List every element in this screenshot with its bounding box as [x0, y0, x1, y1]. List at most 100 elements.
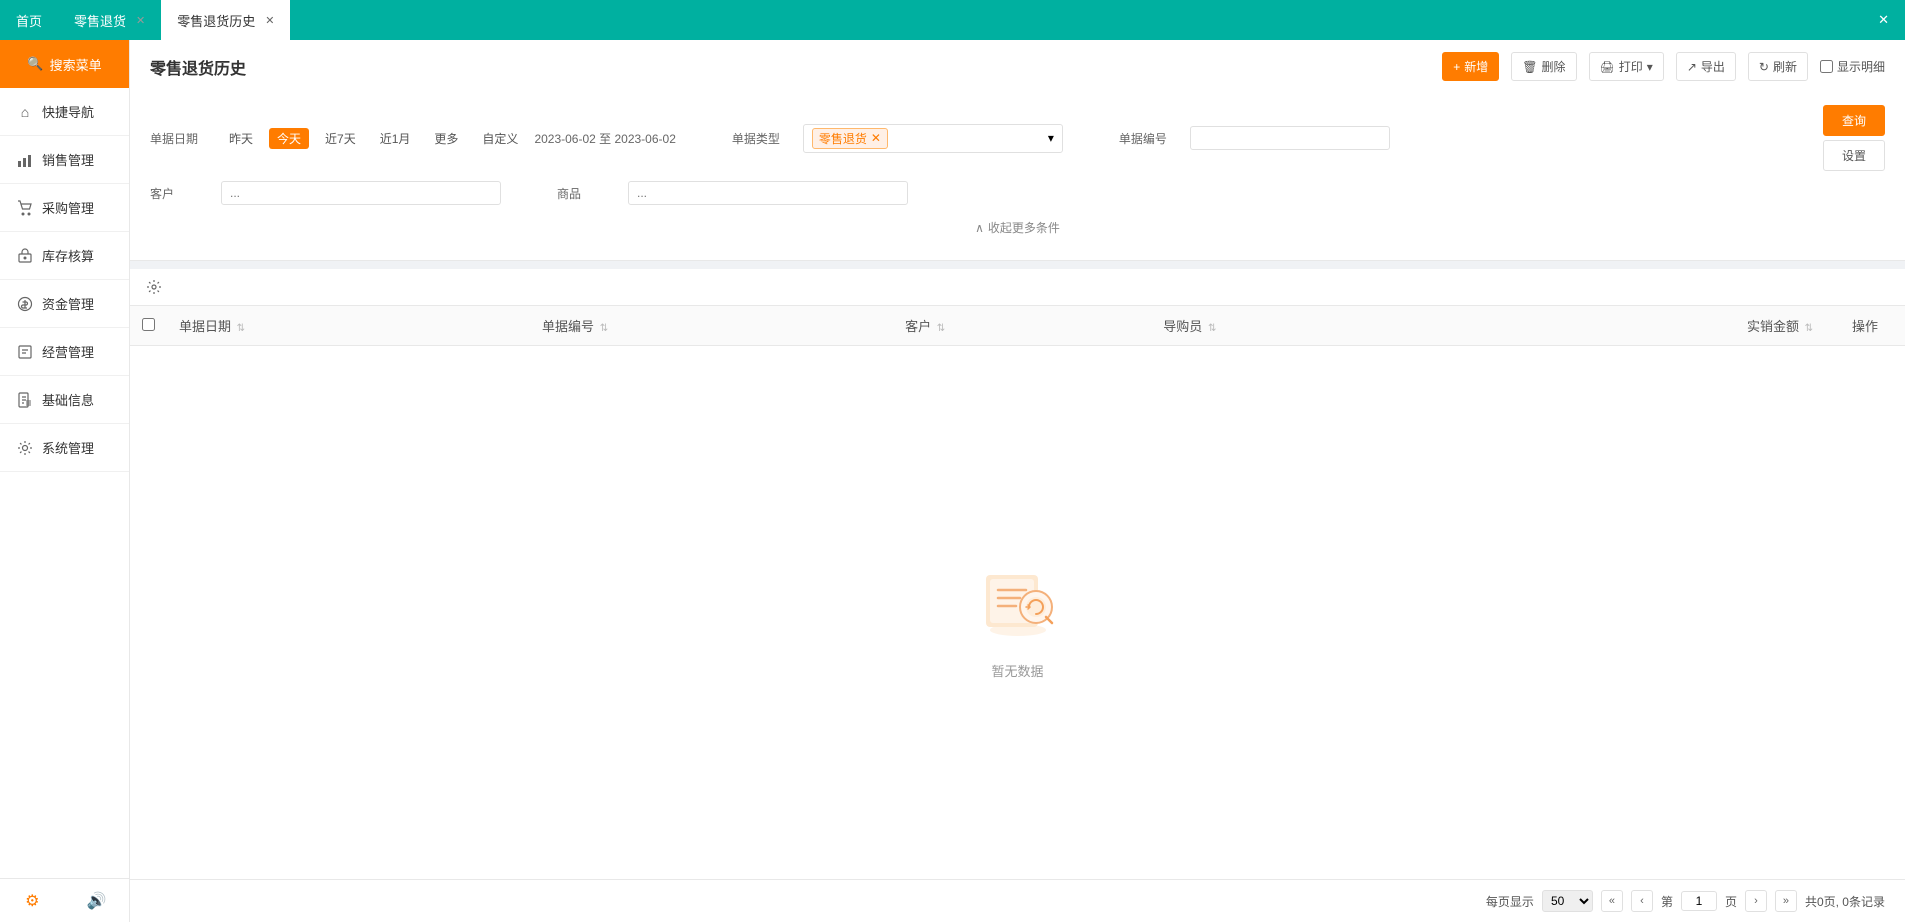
guide-sort-icon: ⇅: [1208, 323, 1216, 334]
finance-icon: [16, 295, 34, 313]
empty-text: 暂无数据: [991, 661, 1043, 680]
window-close-btn[interactable]: ✕: [1878, 12, 1905, 28]
first-page-btn[interactable]: «: [1601, 890, 1623, 912]
page-size-label: 每页显示: [1486, 893, 1534, 910]
sidebar-item-sales-label: 销售管理: [42, 150, 94, 169]
sidebar-search-label: 搜索菜单: [50, 55, 102, 74]
sidebar-item-quick-nav[interactable]: ⌂ 快捷导航: [0, 88, 129, 136]
query-btn[interactable]: 查询: [1823, 105, 1885, 136]
display-columns-checkbox[interactable]: [1820, 60, 1833, 73]
sidebar: 🔍 搜索菜单 ⌂ 快捷导航 销售管理 采购管理 库存核算: [0, 40, 130, 922]
sidebar-item-purchase-label: 采购管理: [42, 198, 94, 217]
date-btn-custom[interactable]: 自定义: [474, 128, 526, 149]
page-title-row: 零售退货历史 + 新增 🗑 删除 🖨 打印 ▾: [150, 52, 1885, 81]
th-date-label: 单据日期: [179, 319, 231, 334]
prev-page-btn[interactable]: ‹: [1631, 890, 1653, 912]
sidebar-bottom: ⚙ 🔊: [0, 878, 129, 922]
sidebar-item-inventory-label: 库存核算: [42, 246, 94, 265]
select-all-checkbox[interactable]: [142, 318, 155, 331]
print-btn[interactable]: 🖨 打印 ▾: [1589, 52, 1664, 81]
tab-retail-return-history-close[interactable]: ✕: [265, 14, 274, 27]
export-btn[interactable]: ↗ 导出: [1676, 52, 1736, 81]
tab-retail-return-history[interactable]: 零售退货历史 ✕: [161, 0, 290, 40]
goods-filter-label: 商品: [557, 185, 612, 202]
quick-nav-icon: ⌂: [16, 103, 34, 121]
new-btn[interactable]: + 新增: [1442, 52, 1499, 81]
refresh-btn[interactable]: ↻ 刷新: [1748, 52, 1808, 81]
page-label-post: 页: [1725, 893, 1737, 910]
page-title: 零售退货历史: [150, 55, 246, 79]
th-number[interactable]: 单据编号 ⇅: [530, 306, 893, 346]
main-layout: 🔍 搜索菜单 ⌂ 快捷导航 销售管理 采购管理 库存核算: [0, 40, 1905, 922]
tab-retail-return-label: 零售退货: [74, 11, 126, 30]
refresh-btn-label: 刷新: [1773, 58, 1797, 75]
delete-btn[interactable]: 🗑 删除: [1511, 52, 1576, 81]
doc-type-tag: 零售退货 ✕: [812, 128, 888, 149]
new-btn-label: 新增: [1464, 58, 1488, 75]
tab-home[interactable]: 首页: [0, 0, 58, 40]
export-btn-label: 导出: [1701, 58, 1725, 75]
doc-type-tag-close[interactable]: ✕: [871, 131, 881, 145]
print-dropdown-icon: ▾: [1647, 60, 1653, 74]
export-icon: ↗: [1687, 60, 1697, 74]
customer-input[interactable]: [221, 181, 501, 205]
sidebar-settings-btn[interactable]: ⚙: [0, 879, 65, 922]
th-amount[interactable]: 实销金额 ⇅: [1462, 306, 1825, 346]
total-label: 共0页, 0条记录: [1805, 893, 1885, 910]
sidebar-item-basic-info[interactable]: 基础信息: [0, 376, 129, 424]
customer-sort-icon: ⇅: [937, 323, 945, 334]
doc-type-tag-label: 零售退货: [819, 130, 867, 147]
top-bar: 首页 零售退货 ✕ 零售退货历史 ✕ ✕: [0, 0, 1905, 40]
date-btn-today[interactable]: 今天: [269, 128, 309, 149]
basic-info-icon: [16, 391, 34, 409]
data-table: 单据日期 ⇅ 单据编号 ⇅ 客户 ⇅: [130, 306, 1905, 346]
goods-input[interactable]: [628, 181, 908, 205]
plus-icon: +: [1453, 60, 1460, 74]
purchase-icon: [16, 199, 34, 217]
sidebar-item-system-label: 系统管理: [42, 438, 94, 457]
display-columns-toggle[interactable]: 显示明细: [1820, 58, 1885, 75]
last-page-btn[interactable]: »: [1775, 890, 1797, 912]
delete-btn-label: 删除: [1542, 58, 1566, 75]
th-number-label: 单据编号: [542, 319, 594, 334]
th-date[interactable]: 单据日期 ⇅: [167, 306, 530, 346]
delete-icon: 🗑: [1522, 60, 1537, 74]
tab-retail-return-history-label: 零售退货历史: [177, 11, 255, 30]
th-actions: 操作: [1825, 306, 1905, 346]
sidebar-item-finance[interactable]: 资金管理: [0, 280, 129, 328]
doc-number-input[interactable]: [1190, 126, 1390, 150]
page-label-pre: 第: [1661, 893, 1673, 910]
date-btn-yesterday[interactable]: 昨天: [221, 128, 261, 149]
date-btn-more[interactable]: 更多: [426, 128, 466, 149]
th-customer[interactable]: 客户 ⇅: [893, 306, 1151, 346]
sidebar-volume-btn[interactable]: 🔊: [65, 879, 130, 922]
page-header: 零售退货历史 + 新增 🗑 删除 🖨 打印 ▾: [130, 40, 1905, 261]
th-guide[interactable]: 导购员 ⇅: [1151, 306, 1462, 346]
sidebar-item-operations-label: 经营管理: [42, 342, 94, 361]
page-num-input[interactable]: [1681, 891, 1717, 911]
print-icon: 🖨: [1600, 60, 1615, 74]
filter-settings-label: 设置: [1842, 147, 1866, 164]
sidebar-item-sales-mgmt[interactable]: 销售管理: [0, 136, 129, 184]
sidebar-item-system-mgmt[interactable]: 系统管理: [0, 424, 129, 472]
date-btn-1month[interactable]: 近1月: [372, 128, 419, 149]
table-toolbar: [130, 269, 1905, 306]
system-icon: [16, 439, 34, 457]
date-btn-7days[interactable]: 近7天: [317, 128, 364, 149]
sidebar-search[interactable]: 🔍 搜索菜单: [0, 40, 129, 88]
empty-icon: [968, 545, 1068, 645]
date-sort-icon: ⇅: [237, 323, 245, 334]
sidebar-item-purchase-mgmt[interactable]: 采购管理: [0, 184, 129, 232]
sidebar-item-inventory[interactable]: 库存核算: [0, 232, 129, 280]
sidebar-item-operations[interactable]: 经营管理: [0, 328, 129, 376]
next-page-btn[interactable]: ›: [1745, 890, 1767, 912]
collapse-bar[interactable]: ∧ 收起更多条件: [150, 215, 1885, 248]
page-size-select[interactable]: 50 10 20 100: [1542, 890, 1593, 912]
tab-retail-return-close[interactable]: ✕: [136, 14, 145, 27]
table-column-settings-icon[interactable]: [142, 275, 166, 299]
tab-retail-return[interactable]: 零售退货 ✕: [58, 0, 161, 40]
doc-type-select[interactable]: 零售退货 ✕ ▾: [803, 124, 1063, 153]
table-header: 单据日期 ⇅ 单据编号 ⇅ 客户 ⇅: [130, 306, 1905, 346]
filter-settings-btn[interactable]: 设置: [1823, 140, 1885, 171]
volume-icon: 🔊: [87, 891, 107, 911]
